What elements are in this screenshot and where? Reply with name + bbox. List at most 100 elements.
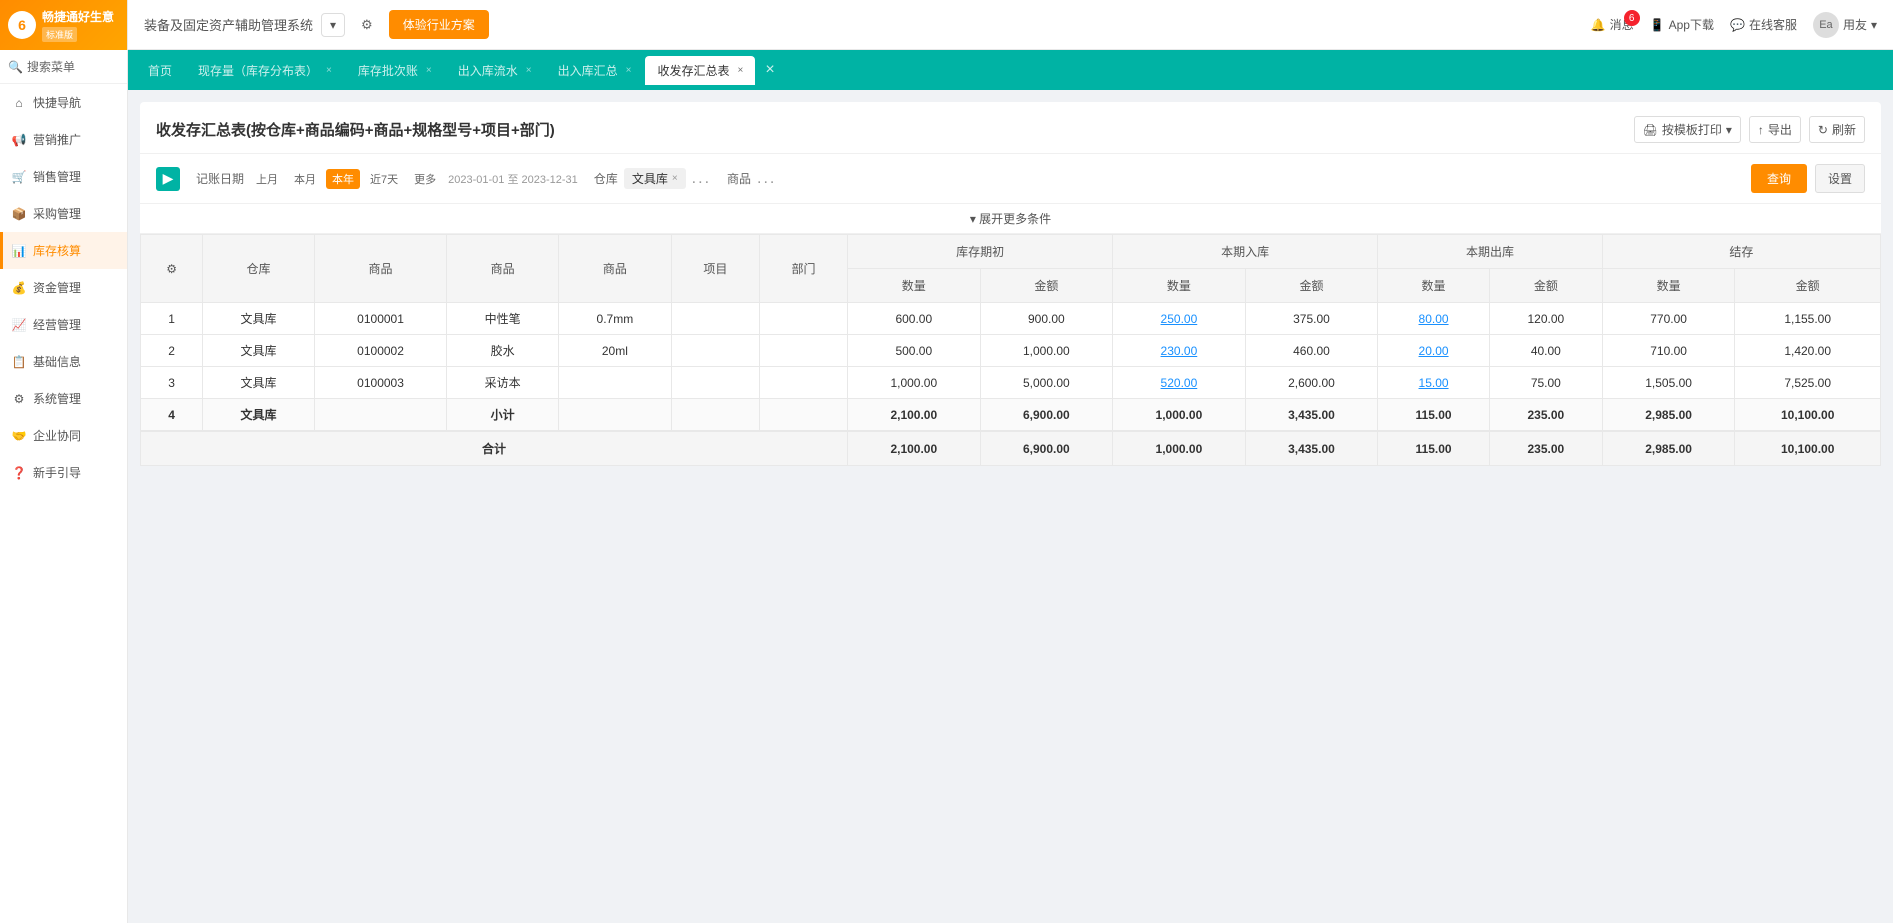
print-icon: 🖨 <box>1643 123 1658 137</box>
row-in-amt: 2,600.00 <box>1245 367 1378 399</box>
product-dots[interactable]: ... <box>757 170 776 188</box>
capital-icon: 💰 <box>11 280 27 296</box>
warehouse-tag-close[interactable]: × <box>672 173 678 184</box>
sidebar-item-purchase[interactable]: 📦 采购管理 <box>0 195 127 232</box>
query-button[interactable]: 查询 <box>1751 164 1807 193</box>
footer-in-qty: 1,000.00 <box>1113 431 1246 466</box>
expand-button[interactable]: ▾ 展开更多条件 <box>970 210 1051 227</box>
refresh-button[interactable]: ↻ 刷新 <box>1809 116 1865 143</box>
sidebar-item-system[interactable]: ⚙ 系统管理 <box>0 380 127 417</box>
sidebar: 6 畅捷通好生意 标准版 🔍 搜索菜单 ⌂ 快捷导航 📢 营销推广 🛒 销售管理… <box>0 0 128 923</box>
user-chevron-icon: ▾ <box>1871 18 1877 32</box>
warehouse-dots[interactable]: ... <box>692 170 711 188</box>
row-out-qty: 115.00 <box>1378 399 1490 432</box>
page-actions: 🖨 按模板打印 ▾ ↑ 导出 ↻ 刷新 <box>1634 116 1865 143</box>
tab-close-inventory-dist[interactable]: × <box>326 65 332 76</box>
tab-summary[interactable]: 出入库汇总 × <box>546 56 644 85</box>
print-button[interactable]: 🖨 按模板打印 ▾ <box>1634 116 1741 143</box>
try-industry-button[interactable]: 体验行业方案 <box>389 10 489 39</box>
table-row: 1文具库0100001中性笔0.7mm600.00900.00250.00375… <box>141 303 1881 335</box>
system-selector[interactable]: ▾ <box>321 13 345 37</box>
row-in-qty[interactable]: 250.00 <box>1113 303 1246 335</box>
date-btn-this-year[interactable]: 本年 <box>326 169 360 189</box>
sidebar-item-basic[interactable]: 📋 基础信息 <box>0 343 127 380</box>
date-filter-group: 记账日期 上月 本月 本年 近7天 更多 2023-01-01 至 2023-1… <box>196 169 578 189</box>
row-opening-qty: 600.00 <box>848 303 981 335</box>
row-opening-qty: 500.00 <box>848 335 981 367</box>
product-label: 商品 <box>727 170 751 187</box>
row-product-code: 0100003 <box>314 367 447 399</box>
home-icon: ⌂ <box>11 95 27 111</box>
row-out-amt: 120.00 <box>1489 303 1602 335</box>
row-num: 4 <box>141 399 203 432</box>
refresh-icon: ↻ <box>1818 123 1828 137</box>
tab-home[interactable]: 首页 <box>136 56 184 85</box>
avatar: Ea <box>1813 12 1839 38</box>
notification-badge: 6 <box>1624 10 1640 26</box>
chevron-down-icon: ▾ <box>330 18 336 32</box>
row-in-qty: 1,000.00 <box>1113 399 1246 432</box>
footer-closing-qty: 2,985.00 <box>1602 431 1735 466</box>
settings-button[interactable]: ⚙ <box>353 13 381 37</box>
sidebar-item-guide[interactable]: ❓ 新手引导 <box>0 454 127 491</box>
search-icon: 🔍 <box>8 60 23 74</box>
tab-bar: 首页 现存量（库存分布表） × 库存批次账 × 出入库流水 × 出入库汇总 × … <box>128 50 1893 90</box>
notification-item[interactable]: 🔔 6 消息 <box>1591 16 1634 33</box>
col-in-amt-header: 金额 <box>1245 269 1378 303</box>
export-button[interactable]: ↑ 导出 <box>1749 116 1801 143</box>
data-table: ⚙ 仓库 商品 商品 商品 项目 部门 库存期初 本期入库 本期出库 结存 <box>140 234 1881 466</box>
date-range: 2023-01-01 至 2023-12-31 <box>448 171 578 187</box>
logo-icon: 6 <box>8 11 36 39</box>
sidebar-item-quick-nav[interactable]: ⌂ 快捷导航 <box>0 84 127 121</box>
export-icon: ↑ <box>1758 123 1764 137</box>
tab-close-flow[interactable]: × <box>526 65 532 76</box>
tab-flow[interactable]: 出入库流水 × <box>446 56 544 85</box>
app-download-item[interactable]: 📱 App下载 <box>1650 16 1714 33</box>
tab-close-batch-account[interactable]: × <box>426 65 432 76</box>
tab-close-summary[interactable]: × <box>626 65 632 76</box>
tab-bar-close[interactable]: × <box>757 61 782 79</box>
sidebar-item-marketing[interactable]: 📢 营销推广 <box>0 121 127 158</box>
row-out-qty[interactable]: 20.00 <box>1378 335 1490 367</box>
page-card: 收发存汇总表(按仓库+商品编码+商品+规格型号+项目+部门) 🖨 按模板打印 ▾… <box>140 102 1881 466</box>
user-item[interactable]: Ea 用友 ▾ <box>1813 12 1877 38</box>
table-settings-cell[interactable]: ⚙ <box>141 235 203 303</box>
print-chevron-icon: ▾ <box>1726 123 1732 137</box>
sidebar-item-operation[interactable]: 📈 经营管理 <box>0 306 127 343</box>
user-label: 用友 <box>1843 16 1867 33</box>
row-in-qty[interactable]: 230.00 <box>1113 335 1246 367</box>
date-btn-7days[interactable]: 近7天 <box>364 169 404 189</box>
search-menu-btn[interactable]: 🔍 搜索菜单 <box>0 50 127 84</box>
sidebar-item-cooperation[interactable]: 🤝 企业协同 <box>0 417 127 454</box>
settings-filter-button[interactable]: 设置 <box>1815 164 1865 193</box>
tab-recv-send[interactable]: 收发存汇总表 × <box>645 56 755 85</box>
tab-batch-account[interactable]: 库存批次账 × <box>346 56 444 85</box>
row-in-qty[interactable]: 520.00 <box>1113 367 1246 399</box>
row-in-amt: 3,435.00 <box>1245 399 1378 432</box>
online-service-item[interactable]: 💬 在线客服 <box>1730 16 1797 33</box>
filter-toggle[interactable]: ▶ <box>156 167 180 191</box>
row-warehouse: 文具库 <box>203 335 315 367</box>
date-btn-more[interactable]: 更多 <box>408 169 442 189</box>
table-row: 3文具库0100003采访本1,000.005,000.00520.002,60… <box>141 367 1881 399</box>
header-left: 装备及固定资产辅助管理系统 ▾ ⚙ 体验行业方案 <box>144 10 489 39</box>
row-closing-amt: 1,420.00 <box>1735 335 1881 367</box>
col-out-header: 本期出库 <box>1378 235 1603 269</box>
col-closing-amt-header: 金额 <box>1735 269 1881 303</box>
row-product-name: 小计 <box>447 399 559 432</box>
row-out-qty[interactable]: 15.00 <box>1378 367 1490 399</box>
date-btn-this-month[interactable]: 本月 <box>288 169 322 189</box>
tab-close-recv-send[interactable]: × <box>737 65 743 76</box>
row-out-qty[interactable]: 80.00 <box>1378 303 1490 335</box>
table-row: 4文具库小计2,100.006,900.001,000.003,435.0011… <box>141 399 1881 432</box>
sidebar-item-sales[interactable]: 🛒 销售管理 <box>0 158 127 195</box>
col-product-name-header: 商品 <box>447 235 559 303</box>
row-closing-qty: 2,985.00 <box>1602 399 1735 432</box>
tab-inventory-dist[interactable]: 现存量（库存分布表） × <box>186 56 344 85</box>
operation-icon: 📈 <box>11 317 27 333</box>
row-opening-amt: 1,000.00 <box>980 335 1113 367</box>
expand-row: ▾ 展开更多条件 <box>140 204 1881 234</box>
date-btn-last-month[interactable]: 上月 <box>250 169 284 189</box>
sidebar-item-inventory[interactable]: 📊 库存核算 <box>0 232 127 269</box>
sidebar-item-capital[interactable]: 💰 资金管理 <box>0 269 127 306</box>
